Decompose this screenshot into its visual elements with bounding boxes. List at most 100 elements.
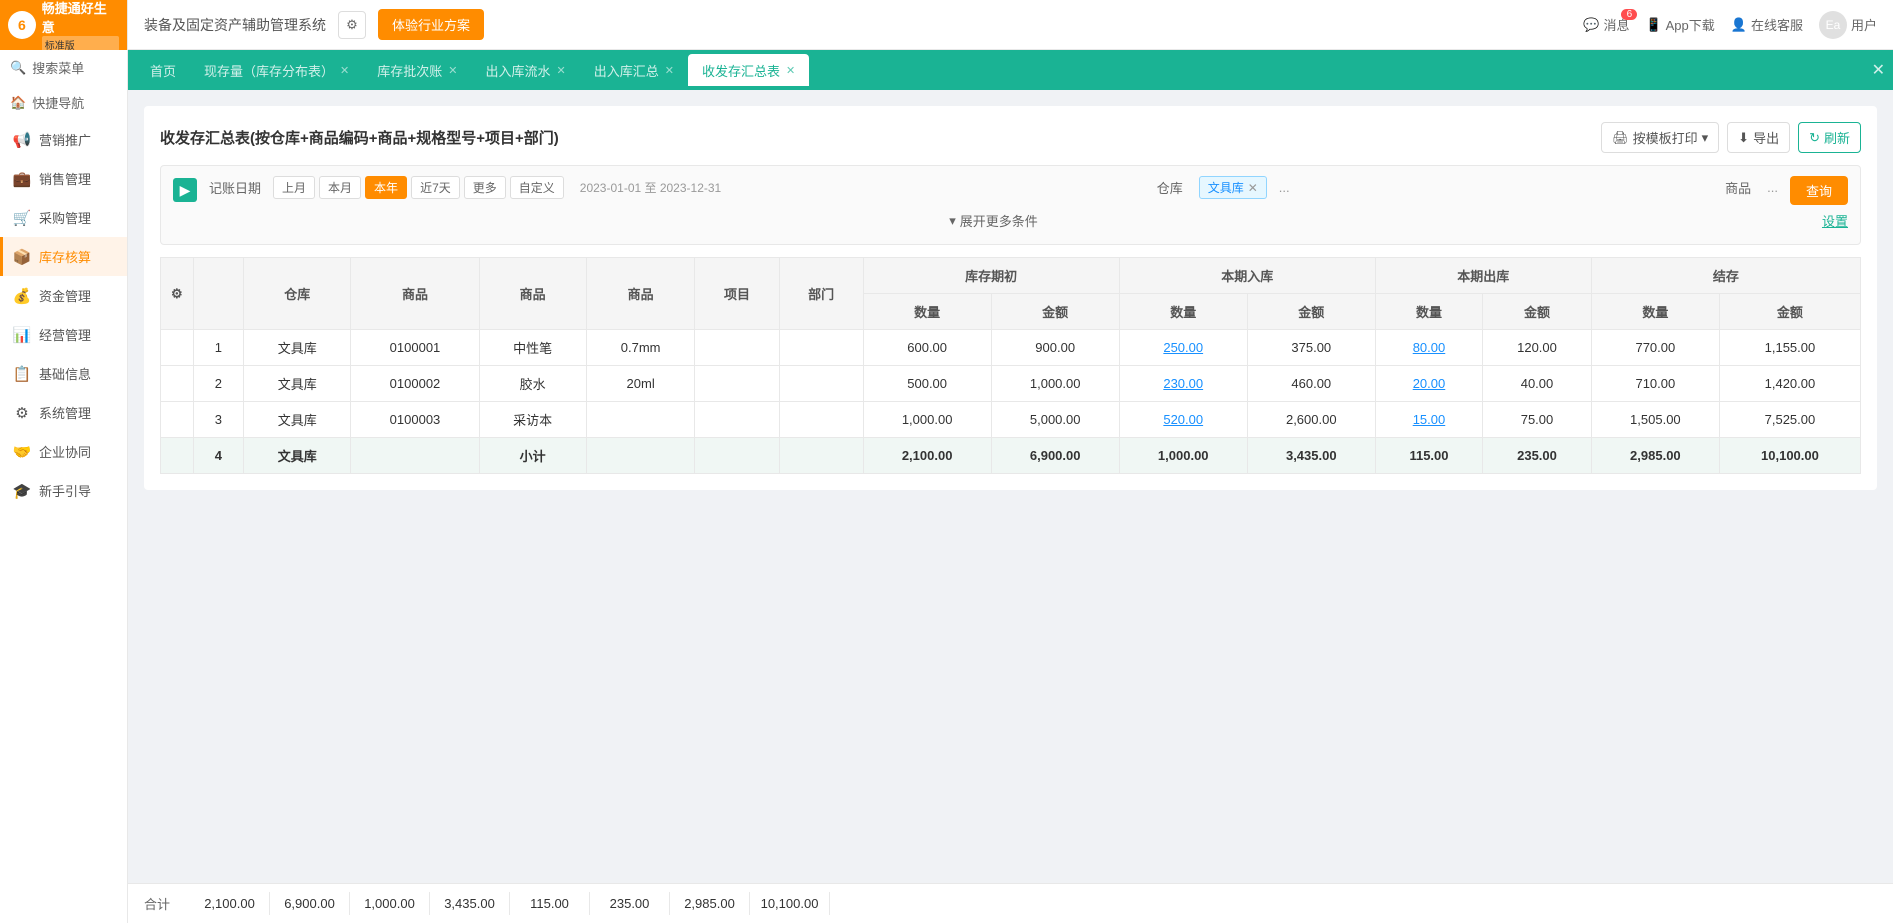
row-settings[interactable] — [161, 402, 194, 438]
goods-filter-label: 商品 — [1725, 178, 1751, 197]
sidebar-item-inventory[interactable]: 📦 库存核算 — [0, 237, 127, 276]
row-department — [779, 330, 863, 366]
tab-inout-summary[interactable]: 出入库汇总 ✕ — [580, 54, 688, 86]
sidebar-item-system[interactable]: ⚙ 系统管理 — [0, 393, 127, 432]
message-button[interactable]: 💬 消息 6 — [1583, 15, 1629, 34]
tab-close-receive-send[interactable]: ✕ — [786, 64, 795, 77]
row-out-qty[interactable]: 115.00 — [1375, 438, 1482, 474]
sidebar-item-marketing[interactable]: 📢 营销推广 — [0, 120, 127, 159]
app-download-button[interactable]: 📱 App下载 — [1645, 15, 1714, 34]
date-btn-more[interactable]: 更多 — [464, 176, 506, 199]
row-in-amt: 2,600.00 — [1247, 402, 1375, 438]
tab-close-inventory-dist[interactable]: ✕ — [340, 64, 349, 77]
sidebar-item-enterprise[interactable]: 🤝 企业协同 — [0, 432, 127, 471]
row-project — [695, 330, 779, 366]
table-settings-col[interactable]: ⚙ — [161, 258, 194, 330]
row-settings[interactable] — [161, 366, 194, 402]
tab-home[interactable]: 首页 — [136, 54, 190, 86]
main-area: 装备及固定资产辅助管理系统 ⚙ 体验行业方案 💬 消息 6 📱 App下载 👤 … — [128, 0, 1893, 923]
row-bal-amt: 7,525.00 — [1719, 402, 1860, 438]
tab-batch[interactable]: 库存批次账 ✕ — [363, 54, 471, 86]
row-bal-qty: 710.00 — [1591, 366, 1719, 402]
row-goods-code: 0100002 — [351, 366, 479, 402]
row-settings[interactable] — [161, 438, 194, 474]
date-btn-this-year[interactable]: 本年 — [365, 176, 407, 199]
sidebar-item-management[interactable]: 📊 经营管理 — [0, 315, 127, 354]
sidebar-search[interactable]: 🔍 搜索菜单 — [0, 50, 127, 85]
tab-receive-send-summary[interactable]: 收发存汇总表 ✕ — [688, 54, 809, 86]
th-bal-qty: 数量 — [1591, 294, 1719, 330]
total-open-amt: 6,900.00 — [270, 892, 350, 915]
row-settings[interactable] — [161, 330, 194, 366]
row-project — [695, 438, 779, 474]
sidebar-item-purchase[interactable]: 🛒 采购管理 — [0, 198, 127, 237]
row-warehouse: 文具库 — [244, 438, 351, 474]
th-balance: 结存 — [1591, 258, 1860, 294]
sidebar-item-sales[interactable]: 💼 销售管理 — [0, 159, 127, 198]
service-icon: 👤 — [1731, 17, 1747, 33]
date-range-text: 2023-01-01 至 2023-12-31 — [580, 179, 721, 196]
settings-icon: ⚙ — [346, 17, 358, 33]
query-button[interactable]: 查询 — [1790, 176, 1848, 205]
row-in-qty[interactable]: 520.00 — [1119, 402, 1247, 438]
tab-inout-flow[interactable]: 出入库流水 ✕ — [471, 54, 579, 86]
logo-text: 畅捷通好生意 标准版 — [42, 0, 119, 53]
tab-close-inout-flow[interactable]: ✕ — [557, 64, 566, 77]
th-goods-name: 商品 — [479, 258, 586, 330]
export-button[interactable]: ⬇ 导出 — [1727, 122, 1790, 153]
trial-button[interactable]: 体验行业方案 — [378, 9, 484, 40]
tab-close-inout-summary[interactable]: ✕ — [665, 64, 674, 77]
row-goods-spec — [586, 438, 695, 474]
date-btn-last-month[interactable]: 上月 — [273, 176, 315, 199]
row-out-amt: 120.00 — [1483, 330, 1592, 366]
user-menu[interactable]: Ea 用户 — [1819, 11, 1877, 39]
page-card: 收发存汇总表(按仓库+商品编码+商品+规格型号+项目+部门) 🖨 按模板打印 ▾… — [144, 106, 1877, 490]
page-header: 收发存汇总表(按仓库+商品编码+商品+规格型号+项目+部门) 🖨 按模板打印 ▾… — [160, 122, 1861, 153]
chevron-down-icon: ▾ — [949, 213, 956, 229]
sidebar-quick-nav[interactable]: 🏠 快捷导航 — [0, 85, 127, 120]
row-in-qty[interactable]: 1,000.00 — [1119, 438, 1247, 474]
sidebar-item-guide[interactable]: 🎓 新手引导 — [0, 471, 127, 510]
row-in-amt: 3,435.00 — [1247, 438, 1375, 474]
row-out-qty[interactable]: 80.00 — [1375, 330, 1482, 366]
row-out-qty[interactable]: 20.00 — [1375, 366, 1482, 402]
row-department — [779, 438, 863, 474]
row-warehouse: 文具库 — [244, 366, 351, 402]
goods-more-button[interactable]: ... — [1767, 180, 1778, 195]
top-header: 装备及固定资产辅助管理系统 ⚙ 体验行业方案 💬 消息 6 📱 App下载 👤 … — [128, 0, 1893, 50]
th-opening: 库存期初 — [863, 258, 1119, 294]
tab-inventory-dist[interactable]: 现存量（库存分布表） ✕ — [190, 54, 363, 86]
row-in-qty[interactable]: 230.00 — [1119, 366, 1247, 402]
tab-close-batch[interactable]: ✕ — [448, 64, 457, 77]
warehouse-more-button[interactable]: ... — [1279, 180, 1290, 195]
management-icon: 📊 — [13, 326, 31, 344]
row-bal-amt: 10,100.00 — [1719, 438, 1860, 474]
sidebar-item-basic-info[interactable]: 📋 基础信息 — [0, 354, 127, 393]
row-in-qty[interactable]: 250.00 — [1119, 330, 1247, 366]
date-btn-this-month[interactable]: 本月 — [319, 176, 361, 199]
filter-collapse-button[interactable]: ▶ — [173, 178, 197, 202]
row-project — [695, 366, 779, 402]
refresh-button[interactable]: ↻ 刷新 — [1798, 122, 1861, 153]
expand-conditions-button[interactable]: ▾ 展开更多条件 — [941, 207, 1046, 234]
date-btn-7days[interactable]: 近7天 — [411, 176, 460, 199]
date-btn-custom[interactable]: 自定义 — [510, 176, 564, 199]
export-icon: ⬇ — [1738, 130, 1749, 146]
header-settings-button[interactable]: ⚙ — [338, 11, 366, 39]
row-out-qty[interactable]: 15.00 — [1375, 402, 1482, 438]
online-service-button[interactable]: 👤 在线客服 — [1731, 15, 1803, 34]
row-warehouse: 文具库 — [244, 402, 351, 438]
row-out-amt: 40.00 — [1483, 366, 1592, 402]
th-in-amt: 金额 — [1247, 294, 1375, 330]
close-all-tabs-button[interactable]: ✕ — [1872, 60, 1885, 80]
guide-icon: 🎓 — [13, 482, 31, 500]
row-open-amt: 1,000.00 — [991, 366, 1119, 402]
th-in-qty: 数量 — [1119, 294, 1247, 330]
row-bal-qty: 770.00 — [1591, 330, 1719, 366]
settings-link[interactable]: 设置 — [1822, 211, 1848, 230]
print-button[interactable]: 🖨 按模板打印 ▾ — [1601, 122, 1719, 153]
sidebar-item-finance[interactable]: 💰 资金管理 — [0, 276, 127, 315]
warehouse-tag-close[interactable]: ✕ — [1248, 181, 1258, 195]
total-label: 合计 — [144, 894, 170, 913]
download-icon: 📱 — [1645, 17, 1661, 33]
